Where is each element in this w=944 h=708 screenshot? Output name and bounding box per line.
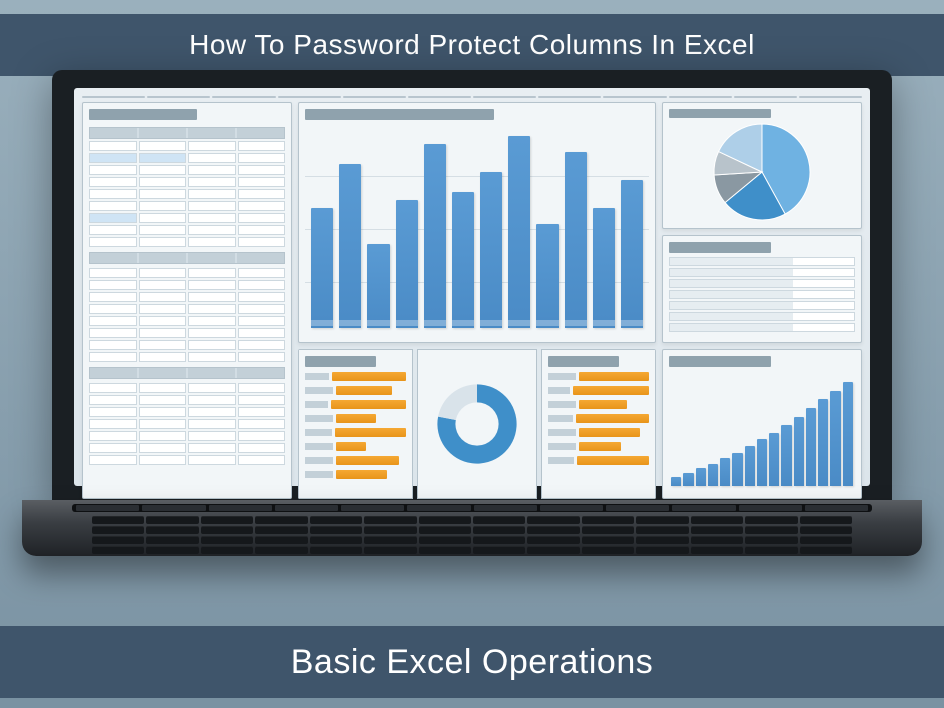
keyboard: [92, 516, 852, 550]
ribbon-tab[interactable]: [799, 96, 862, 98]
bar: [396, 200, 418, 328]
hbar-right-panel: [541, 349, 656, 499]
ascending-bar-chart: [669, 371, 855, 492]
panel-title: [669, 109, 771, 118]
ribbon-tab[interactable]: [538, 96, 601, 98]
hbar-chart-right: [548, 371, 649, 469]
ascending-bar-panel: [662, 349, 862, 499]
bar: [593, 208, 615, 328]
ribbon-tab[interactable]: [669, 96, 732, 98]
title-banner-top: How To Password Protect Columns In Excel: [0, 14, 944, 76]
title-text-top: How To Password Protect Columns In Excel: [189, 29, 755, 61]
donut-chart: [432, 379, 522, 469]
ribbon-tab[interactable]: [212, 96, 275, 98]
bar: [339, 164, 361, 328]
panel-title: [305, 109, 494, 120]
panel-title: [89, 109, 197, 120]
ribbon-tab[interactable]: [278, 96, 341, 98]
bar-chart: [305, 124, 649, 336]
ribbon-tab[interactable]: [473, 96, 536, 98]
ribbon-tab[interactable]: [82, 96, 145, 98]
pie-chart-panel: [662, 102, 862, 229]
laptop-base: [22, 500, 922, 556]
ribbon-toolbar: [82, 96, 862, 98]
right-column: [662, 102, 862, 343]
bar: [536, 224, 558, 328]
sheet-header-row: [89, 127, 285, 139]
panel-title: [669, 356, 771, 367]
bar: [424, 144, 446, 328]
sheet-body[interactable]: [89, 141, 285, 492]
excel-window: [74, 88, 870, 486]
bar: [565, 152, 587, 328]
bar: [367, 244, 389, 328]
bar: [452, 192, 474, 328]
bar-chart-panel: [298, 102, 656, 343]
ribbon-tab[interactable]: [408, 96, 471, 98]
bar: [311, 208, 333, 328]
ribbon-tab[interactable]: [147, 96, 210, 98]
hbar-left-panel: [298, 349, 413, 499]
mini-list: [669, 257, 855, 334]
ribbon-tab[interactable]: [603, 96, 666, 98]
panel-title: [669, 242, 771, 253]
title-banner-bottom: Basic Excel Operations: [0, 626, 944, 698]
mini-list-panel: [662, 235, 862, 343]
dashboard-grid: [82, 102, 862, 499]
pie-chart: [712, 122, 812, 222]
panel-title: [305, 356, 376, 367]
bottom-middle-group: [298, 349, 656, 499]
bar: [480, 172, 502, 328]
ribbon-tab[interactable]: [734, 96, 797, 98]
bar: [508, 136, 530, 328]
spreadsheet-panel: [82, 102, 292, 499]
bar: [621, 180, 643, 328]
laptop-screen: [52, 70, 892, 500]
laptop: [52, 70, 892, 556]
touchbar: [72, 504, 872, 512]
panel-title: [548, 356, 619, 367]
hbar-chart-left: [305, 371, 406, 483]
ribbon-tab[interactable]: [343, 96, 406, 98]
title-text-bottom: Basic Excel Operations: [291, 643, 654, 682]
donut-panel: [417, 349, 537, 499]
